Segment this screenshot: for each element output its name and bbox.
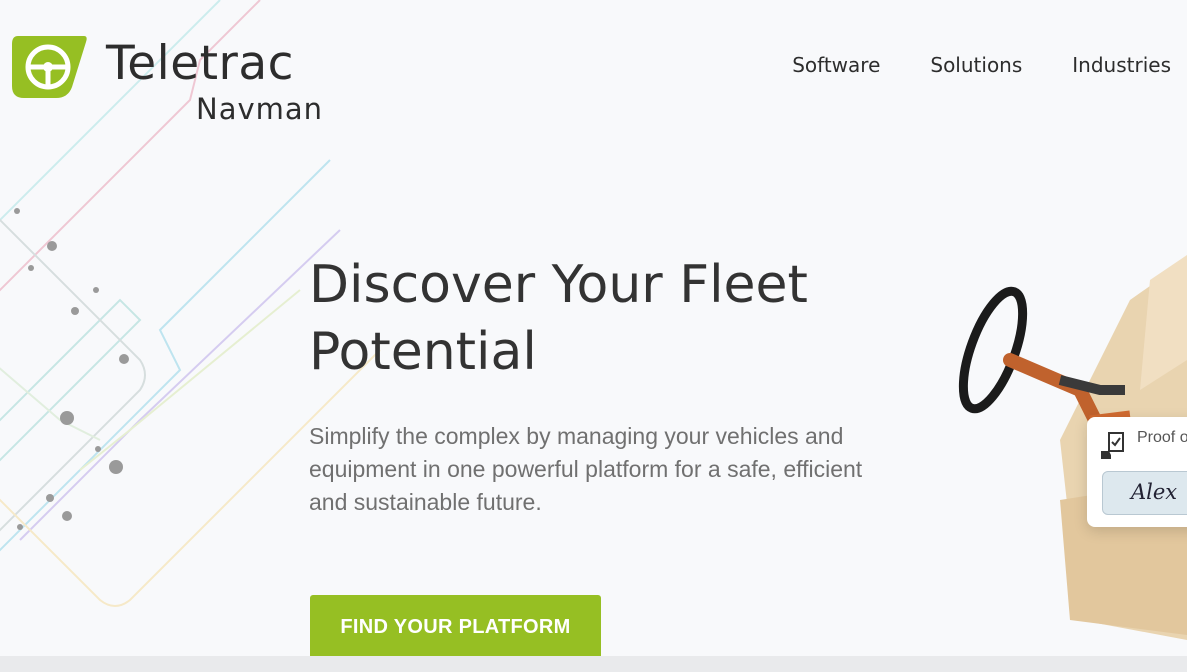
brand-name: Teletrac: [106, 36, 295, 91]
proof-of-label: Proof of: [1137, 429, 1187, 446]
teletrac-navman-logo[interactable]: Teletrac Navman: [12, 32, 332, 132]
steering-wheel-logo-icon: [12, 36, 87, 98]
nav-item-industries[interactable]: Industries: [1072, 52, 1171, 78]
signature-text: Alex: [1131, 480, 1178, 504]
proof-of-delivery-card: Proof of Alex: [1087, 417, 1187, 527]
bottom-edge-bar: [0, 656, 1187, 672]
find-your-platform-button[interactable]: FIND YOUR PLATFORM: [310, 595, 601, 663]
hero-subtitle: Simplify the complex by managing your ve…: [309, 423, 863, 515]
nav-item-solutions[interactable]: Solutions: [930, 52, 1022, 78]
signature-box: Alex: [1102, 471, 1187, 515]
brand-subname: Navman: [196, 92, 324, 126]
main-nav: Software Solutions Industries: [792, 52, 1171, 78]
hero-title: Discover Your Fleet Potential: [309, 255, 808, 382]
signature-checklist-icon: [1101, 432, 1124, 459]
nav-item-software[interactable]: Software: [792, 52, 880, 78]
